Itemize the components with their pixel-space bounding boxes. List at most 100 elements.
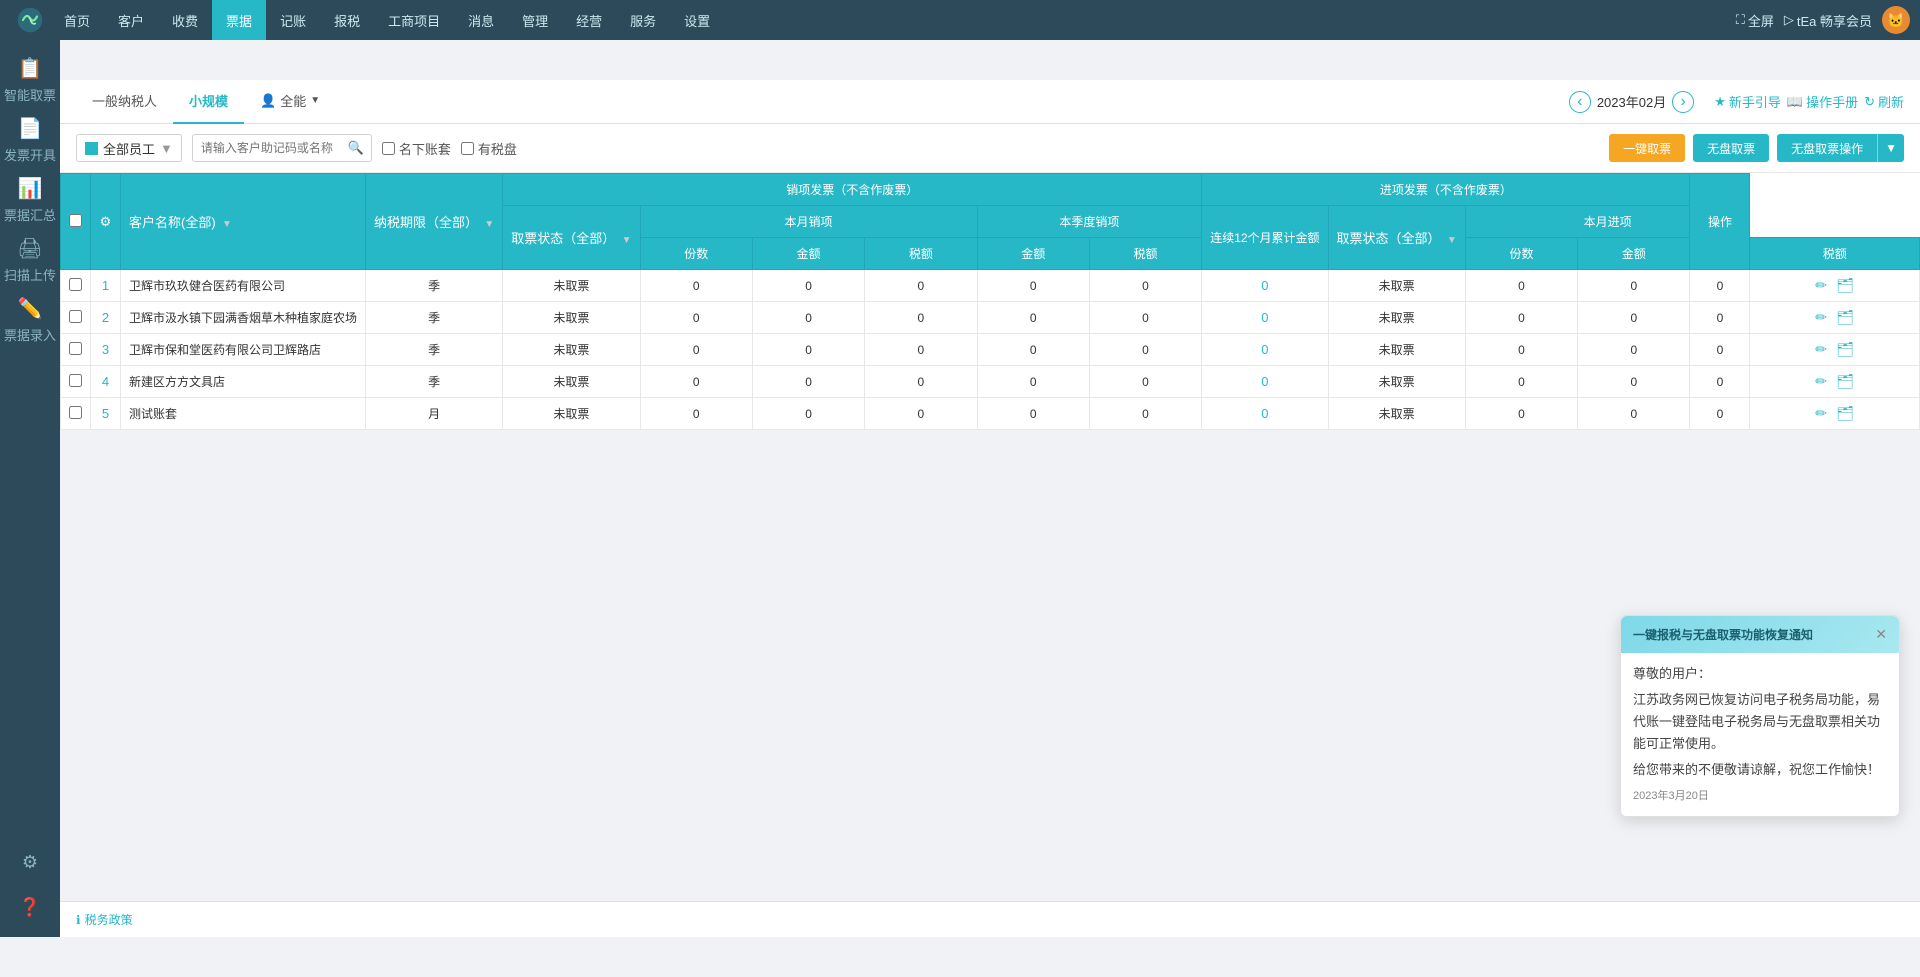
notification-title: 一键报税与无盘取票功能恢复通知: [1633, 626, 1813, 643]
invoice-open-icon: 📄: [18, 116, 43, 141]
sidebar-item-scan-upload[interactable]: 🖨 扫描上传: [0, 230, 60, 290]
row-tax-period: 月: [366, 398, 503, 430]
row-purchase-monthly-tax: 0: [1690, 302, 1750, 334]
row-sales-fetch-status: 未取票: [503, 366, 640, 398]
row-tax-period: 季: [366, 270, 503, 302]
date-nav: ‹ 2023年02月 ›: [1569, 91, 1694, 113]
table-row: 5 测试账套 月 未取票 0 0 0 0 0 0 未取票 0 0 0 ✏ 🗂: [61, 398, 1920, 430]
edit-icon[interactable]: ✏: [1815, 405, 1827, 421]
select-all-checkbox[interactable]: [69, 214, 82, 227]
row-sales-cumulative12: 0: [1202, 334, 1328, 366]
sidebar-item-smart-fetch[interactable]: 📋 智能取票: [0, 50, 60, 110]
view-icon[interactable]: 🗂: [1836, 341, 1854, 357]
edit-icon[interactable]: ✏: [1815, 309, 1827, 325]
sidebar-item-invoice-entry[interactable]: ✏️ 票据录入: [0, 290, 60, 350]
sub-nav-actions: ★ 新手引导 📖 操作手册 ↻ 刷新: [1714, 92, 1904, 111]
tab-general-taxpayer[interactable]: 一般纳税人: [76, 80, 173, 124]
top-nav: 首页 客户 收费 票据 记账 报税 工商项目 消息 管理 经营 服务 设置 ⛶ …: [0, 0, 1920, 40]
invoice-summary-icon: 📊: [18, 176, 43, 201]
invoice-entry-icon: ✏️: [18, 296, 43, 321]
nav-settings[interactable]: 设置: [670, 0, 724, 40]
edit-icon[interactable]: ✏: [1815, 277, 1827, 293]
sidebar-help-icon[interactable]: ❓: [0, 887, 60, 927]
row-num-cell: 1: [91, 270, 121, 302]
row-sales-quarterly-amount: 0: [977, 366, 1089, 398]
nav-business[interactable]: 工商项目: [374, 0, 454, 40]
nav-home[interactable]: 首页: [50, 0, 104, 40]
row-purchase-fetch-status: 未取票: [1328, 302, 1465, 334]
newbie-guide-btn[interactable]: ★ 新手引导: [1714, 92, 1781, 111]
under-account-filter[interactable]: 名下账套: [382, 139, 451, 158]
row-checkbox[interactable]: [69, 278, 82, 291]
nav-right: ⛶ 全屏 ▷ tEa 畅享会员 🐱: [1736, 6, 1910, 34]
prev-month-btn[interactable]: ‹: [1569, 91, 1591, 113]
row-checkbox[interactable]: [69, 406, 82, 419]
member-btn[interactable]: ▷ tEa 畅享会员: [1784, 11, 1872, 30]
fullscreen-icon: ⛶: [1736, 12, 1745, 28]
nav-invoice[interactable]: 票据: [212, 0, 266, 40]
purchase-fetch-filter-icon[interactable]: ▼: [1447, 235, 1457, 246]
row-sales-quarterly-tax: 0: [1089, 334, 1201, 366]
next-month-btn[interactable]: ›: [1672, 91, 1694, 113]
has-tax-disk-filter[interactable]: 有税盘: [461, 139, 517, 158]
has-tax-disk-checkbox[interactable]: [461, 142, 474, 155]
user-avatar[interactable]: 🐱: [1882, 6, 1910, 34]
manual-btn[interactable]: 📖 操作手册: [1787, 92, 1858, 111]
notification-popup: 一键报税与无盘取票功能恢复通知 ✕ 尊敬的用户： 江苏政务网已恢复访问电子税务局…: [1620, 615, 1900, 817]
tab-small-scale[interactable]: 小规模: [173, 80, 244, 124]
tax-policy-link[interactable]: 税务政策: [85, 911, 133, 928]
nav-fee[interactable]: 收费: [158, 0, 212, 40]
tab-omnipotent[interactable]: 👤 全能 ▼: [244, 80, 336, 124]
refresh-btn[interactable]: ↻ 刷新: [1864, 92, 1904, 111]
row-sales-cumulative12: 0: [1202, 366, 1328, 398]
view-icon[interactable]: 🗂: [1836, 277, 1854, 293]
customer-filter-icon[interactable]: ▼: [222, 219, 232, 230]
row-sales-monthly-shares: 0: [640, 398, 752, 430]
row-purchase-monthly-shares: 0: [1465, 302, 1577, 334]
nav-operation[interactable]: 经营: [562, 0, 616, 40]
row-sales-fetch-status: 未取票: [503, 334, 640, 366]
row-checkbox[interactable]: [69, 310, 82, 323]
row-sales-cumulative12: 0: [1202, 270, 1328, 302]
sidebar-item-invoice-open[interactable]: 📄 发票开具: [0, 110, 60, 170]
nav-manage[interactable]: 管理: [508, 0, 562, 40]
row-checkbox[interactable]: [69, 374, 82, 387]
sidebar-settings-icon[interactable]: ⚙: [0, 842, 60, 882]
table-settings-icon[interactable]: ⚙: [100, 214, 112, 229]
row-checkbox[interactable]: [69, 342, 82, 355]
employee-filter[interactable]: 全部员工 ▼: [76, 134, 182, 162]
edit-icon[interactable]: ✏: [1815, 373, 1827, 389]
th-sales-quarterly: 本季度销项: [977, 206, 1202, 238]
row-purchase-monthly-shares: 0: [1465, 270, 1577, 302]
row-purchase-monthly-amount: 0: [1578, 270, 1690, 302]
row-checkbox-cell: [61, 366, 91, 398]
fullscreen-btn[interactable]: ⛶ 全屏: [1736, 11, 1774, 30]
search-wrap: 🔍: [192, 134, 372, 162]
view-icon[interactable]: 🗂: [1836, 373, 1854, 389]
view-icon[interactable]: 🗂: [1836, 309, 1854, 325]
row-sales-monthly-shares: 0: [640, 302, 752, 334]
row-sales-monthly-amount: 0: [752, 366, 864, 398]
nav-customer[interactable]: 客户: [104, 0, 158, 40]
notification-body: 尊敬的用户： 江苏政务网已恢复访问电子税务局功能，易代账一键登陆电子税务局与无盘…: [1621, 653, 1899, 816]
nav-account[interactable]: 记账: [266, 0, 320, 40]
nav-message[interactable]: 消息: [454, 0, 508, 40]
one-key-fetch-btn[interactable]: 一键取票: [1609, 134, 1685, 162]
row-tax-period: 季: [366, 302, 503, 334]
no-disk-ops-main[interactable]: 无盘取票操作: [1777, 134, 1878, 162]
under-account-checkbox[interactable]: [382, 142, 395, 155]
nav-service[interactable]: 服务: [616, 0, 670, 40]
no-disk-ops-arrow[interactable]: ▼: [1878, 134, 1904, 162]
edit-icon[interactable]: ✏: [1815, 341, 1827, 357]
search-input[interactable]: [192, 134, 372, 162]
no-disk-fetch-btn[interactable]: 无盘取票: [1693, 134, 1769, 162]
search-icon[interactable]: 🔍: [348, 140, 364, 156]
tax-period-filter-icon[interactable]: ▼: [484, 219, 494, 230]
notification-close-btn[interactable]: ✕: [1875, 626, 1887, 643]
row-sales-monthly-tax: 0: [865, 334, 977, 366]
sidebar-item-invoice-summary[interactable]: 📊 票据汇总: [0, 170, 60, 230]
sales-fetch-filter-icon[interactable]: ▼: [622, 235, 632, 246]
row-sales-quarterly-amount: 0: [977, 302, 1089, 334]
view-icon[interactable]: 🗂: [1836, 405, 1854, 421]
nav-tax[interactable]: 报税: [320, 0, 374, 40]
